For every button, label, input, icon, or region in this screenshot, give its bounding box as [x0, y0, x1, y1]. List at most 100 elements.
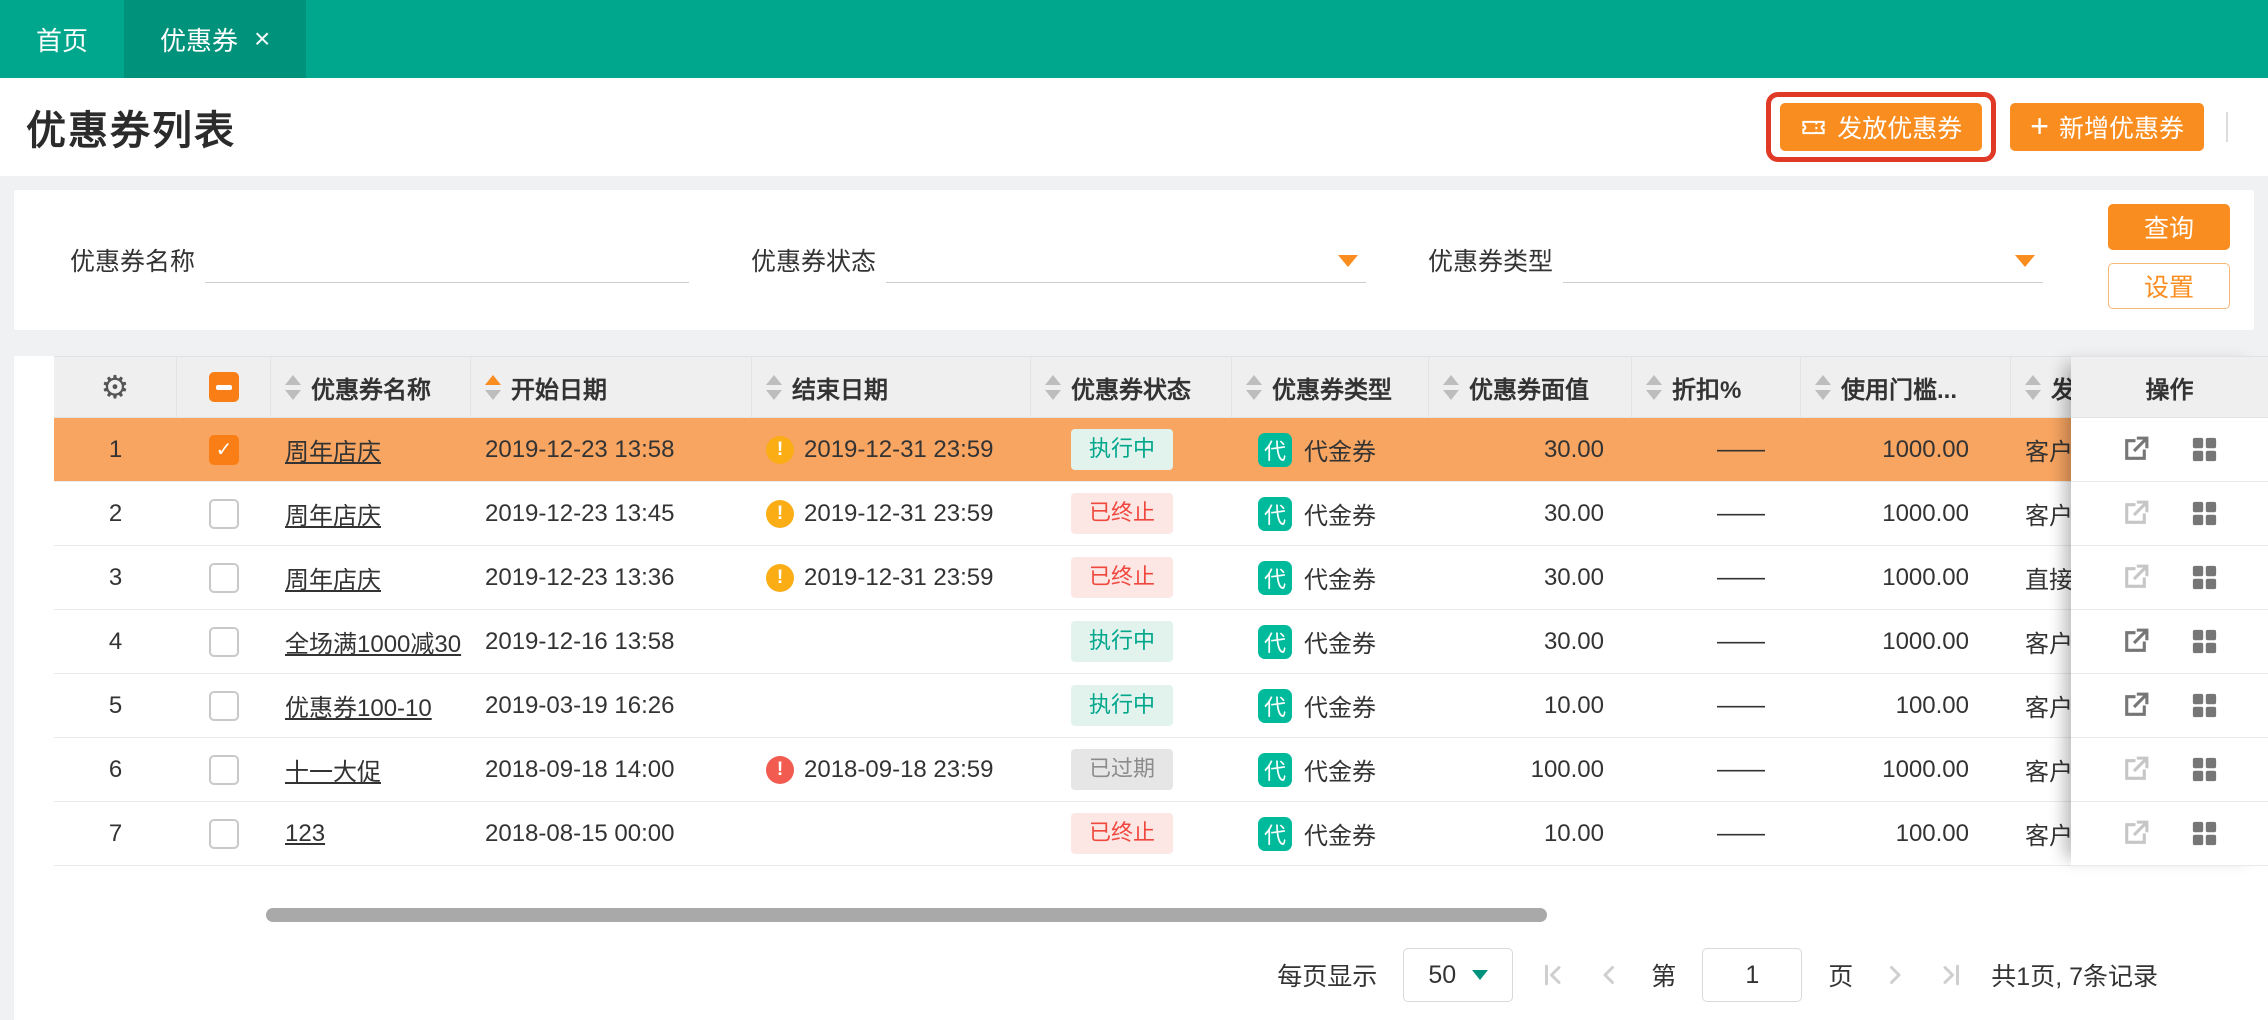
row-index: 3 — [108, 563, 123, 591]
table-row: 4 全场满1000减30 2019-12-16 13:58 执行中 代代金券 3… — [54, 610, 2071, 674]
coupon-name-link[interactable]: 123 — [285, 820, 325, 848]
status-badge: 执行中 — [1071, 429, 1174, 470]
more-actions-icon[interactable] — [2189, 690, 2220, 721]
row-checkbox[interactable] — [209, 690, 239, 721]
column-header-value[interactable]: 优惠券面值 — [1429, 357, 1632, 417]
end-date: 2019-12-31 23:59 — [804, 563, 994, 591]
column-header-discount[interactable]: 折扣% — [1632, 357, 1801, 417]
gear-icon[interactable]: ⚙ — [101, 368, 130, 406]
add-coupon-button[interactable]: + 新增优惠券 — [2010, 103, 2204, 151]
threshold: 1000.00 — [1882, 627, 1969, 655]
column-header-actions: 操作 — [2071, 356, 2268, 418]
row-actions — [2071, 674, 2268, 738]
expire-warning-icon: ! — [766, 499, 794, 528]
header-divider — [2226, 112, 2228, 142]
coupon-name-link[interactable]: 全场满1000减30 — [285, 624, 461, 659]
tab-home[interactable]: 首页 — [0, 0, 124, 78]
table-row: 5 优惠券100-10 2019-03-19 16:26 执行中 代代金券 10… — [54, 674, 2071, 738]
face-value: 30.00 — [1543, 563, 1604, 591]
table-row: 2 周年店庆 2019-12-23 13:45 ! 2019-12-31 23:5… — [54, 482, 2071, 546]
issue-coupon-button[interactable]: 发放优惠券 — [1780, 103, 1983, 151]
total-records: 共1页, 7条记录 — [1991, 963, 2158, 991]
more-actions-icon[interactable] — [2189, 562, 2220, 593]
first-page-icon[interactable] — [1539, 960, 1569, 990]
issue-mode: 客户 — [2025, 439, 2071, 466]
issue-action-icon[interactable] — [2120, 690, 2151, 721]
discount: —— — [1717, 819, 1765, 847]
table-row: 1 ✓ 周年店庆 2019-12-23 13:58 ! 2019-12-31 23… — [54, 418, 2071, 482]
prev-page-icon[interactable] — [1595, 960, 1625, 990]
select-all-checkbox[interactable] — [208, 372, 239, 402]
row-checkbox[interactable] — [209, 562, 239, 593]
column-label: 优惠券状态 — [1071, 376, 1191, 404]
row-actions — [2071, 482, 2268, 546]
more-actions-icon[interactable] — [2189, 818, 2220, 849]
page-size-select[interactable]: 50 — [1403, 948, 1514, 1002]
scrollbar-thumb[interactable] — [265, 908, 1547, 922]
more-actions-icon[interactable] — [2189, 434, 2220, 465]
row-checkbox[interactable]: ✓ — [209, 434, 239, 465]
column-header-type[interactable]: 优惠券类型 — [1232, 357, 1429, 417]
issue-mode: 直接 — [2025, 567, 2071, 594]
row-checkbox[interactable] — [209, 498, 239, 529]
issue-action-icon[interactable] — [2120, 626, 2151, 657]
pagination-bar: 每页显示 50 第 页 共1页, 7条记录 — [14, 948, 2158, 1002]
column-header-status[interactable]: 优惠券状态 — [1031, 357, 1232, 417]
row-checkbox[interactable] — [209, 626, 239, 657]
expire-warning-icon: ! — [766, 435, 794, 464]
column-header-issue-mode[interactable]: 发 — [2011, 357, 2071, 417]
issue-mode: 客户 — [2025, 631, 2071, 658]
discount: —— — [1717, 627, 1765, 655]
coupon-name-link[interactable]: 优惠券100-10 — [285, 688, 432, 723]
column-header-threshold[interactable]: 使用门槛... — [1801, 357, 2011, 417]
search-button[interactable]: 查询 — [2108, 204, 2230, 250]
chevron-down-icon — [1472, 970, 1489, 980]
column-header-start-date[interactable]: 开始日期 — [471, 357, 752, 417]
coupon-status-select[interactable] — [886, 237, 1367, 283]
issue-mode: 客户 — [2025, 823, 2071, 850]
coupon-type-icon: 代 — [1258, 752, 1292, 787]
last-page-icon[interactable] — [1935, 960, 1965, 990]
sort-icon — [285, 374, 301, 400]
close-tab-icon[interactable]: × — [254, 25, 270, 53]
more-actions-icon[interactable] — [2189, 754, 2220, 785]
status-badge: 执行中 — [1071, 621, 1174, 662]
coupon-name-link[interactable]: 周年店庆 — [285, 560, 381, 595]
next-page-icon[interactable] — [1879, 960, 1909, 990]
coupon-name-link[interactable]: 周年店庆 — [285, 432, 381, 467]
coupon-type: 代金券 — [1304, 439, 1376, 466]
coupon-type: 代金券 — [1304, 695, 1376, 722]
issue-coupon-label: 发放优惠券 — [1837, 115, 1963, 143]
start-date: 2019-12-23 13:45 — [485, 499, 675, 527]
row-actions — [2071, 738, 2268, 802]
more-actions-icon[interactable] — [2189, 498, 2220, 529]
more-actions-icon[interactable] — [2189, 626, 2220, 657]
column-label: 使用门槛... — [1841, 376, 1958, 404]
coupon-name-link[interactable]: 周年店庆 — [285, 496, 381, 531]
status-badge: 执行中 — [1071, 685, 1174, 726]
issue-action-icon[interactable] — [2120, 434, 2151, 465]
column-label: 优惠券类型 — [1272, 376, 1392, 404]
tab-coupon[interactable]: 优惠券 × — [124, 0, 307, 78]
coupon-type-select[interactable] — [1563, 237, 2044, 283]
coupon-name-input[interactable] — [205, 237, 690, 283]
column-header-settings[interactable]: ⚙ — [54, 357, 177, 417]
column-header-select[interactable] — [177, 357, 271, 417]
actions-column: 操作 — [2071, 356, 2268, 866]
coupon-type-field: 优惠券类型 — [1428, 237, 2044, 283]
threshold: 100.00 — [1895, 819, 1969, 847]
filter-buttons: 查询 设置 — [2108, 204, 2230, 309]
expire-warning-icon: ! — [766, 563, 794, 592]
start-date: 2018-08-15 00:00 — [485, 819, 675, 847]
discount: —— — [1717, 755, 1765, 783]
column-header-name[interactable]: 优惠券名称 — [271, 357, 471, 417]
sort-icon — [766, 374, 782, 400]
column-header-end-date[interactable]: 结束日期 — [752, 357, 1031, 417]
page-number-input[interactable] — [1702, 948, 1803, 1002]
coupon-name-link[interactable]: 十一大促 — [285, 752, 381, 787]
start-date: 2019-12-23 13:36 — [485, 563, 675, 591]
settings-button[interactable]: 设置 — [2108, 263, 2230, 309]
start-date: 2019-12-16 13:58 — [485, 627, 675, 655]
row-checkbox[interactable] — [209, 754, 239, 785]
row-checkbox[interactable] — [209, 818, 239, 849]
